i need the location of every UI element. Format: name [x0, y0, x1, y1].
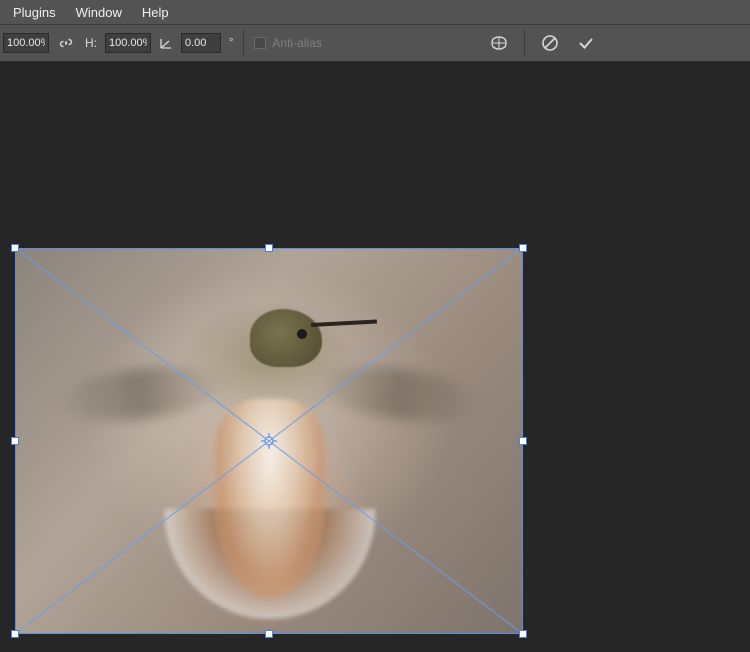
image-detail [311, 320, 377, 327]
handle-top-right[interactable] [519, 244, 527, 252]
separator [243, 30, 244, 56]
image-detail [250, 309, 322, 367]
angle-icon [157, 34, 175, 52]
transform-center-icon[interactable] [261, 433, 277, 449]
image-detail [297, 329, 307, 339]
handle-top-mid[interactable] [265, 244, 273, 252]
menu-help[interactable]: Help [133, 2, 178, 23]
antialias-option: Anti-alias [254, 36, 321, 50]
angle-unit-label: ° [229, 37, 233, 49]
handle-bottom-left[interactable] [11, 630, 19, 638]
transform-width-input[interactable] [3, 33, 49, 53]
image-detail [313, 359, 488, 429]
warp-mode-icon[interactable] [484, 28, 514, 58]
handle-top-left[interactable] [11, 244, 19, 252]
menubar: Plugins Window Help [0, 0, 750, 24]
separator [524, 30, 525, 56]
image-detail [165, 509, 375, 619]
transform-options-bar: H: ° Anti-alias [0, 24, 750, 62]
menu-window[interactable]: Window [67, 2, 131, 23]
antialias-label: Anti-alias [272, 36, 321, 50]
link-aspect-icon[interactable] [55, 33, 77, 53]
commit-transform-button[interactable] [571, 28, 601, 58]
transform-angle-input[interactable] [181, 33, 221, 53]
antialias-checkbox[interactable] [254, 37, 266, 49]
transform-height-input[interactable] [105, 33, 151, 53]
cancel-transform-button[interactable] [535, 28, 565, 58]
handle-mid-left[interactable] [11, 437, 19, 445]
handle-bottom-right[interactable] [519, 630, 527, 638]
handle-mid-right[interactable] [519, 437, 527, 445]
handle-bottom-mid[interactable] [265, 630, 273, 638]
transform-height-label: H: [85, 36, 97, 50]
menu-plugins[interactable]: Plugins [4, 2, 65, 23]
image-detail [53, 359, 228, 429]
